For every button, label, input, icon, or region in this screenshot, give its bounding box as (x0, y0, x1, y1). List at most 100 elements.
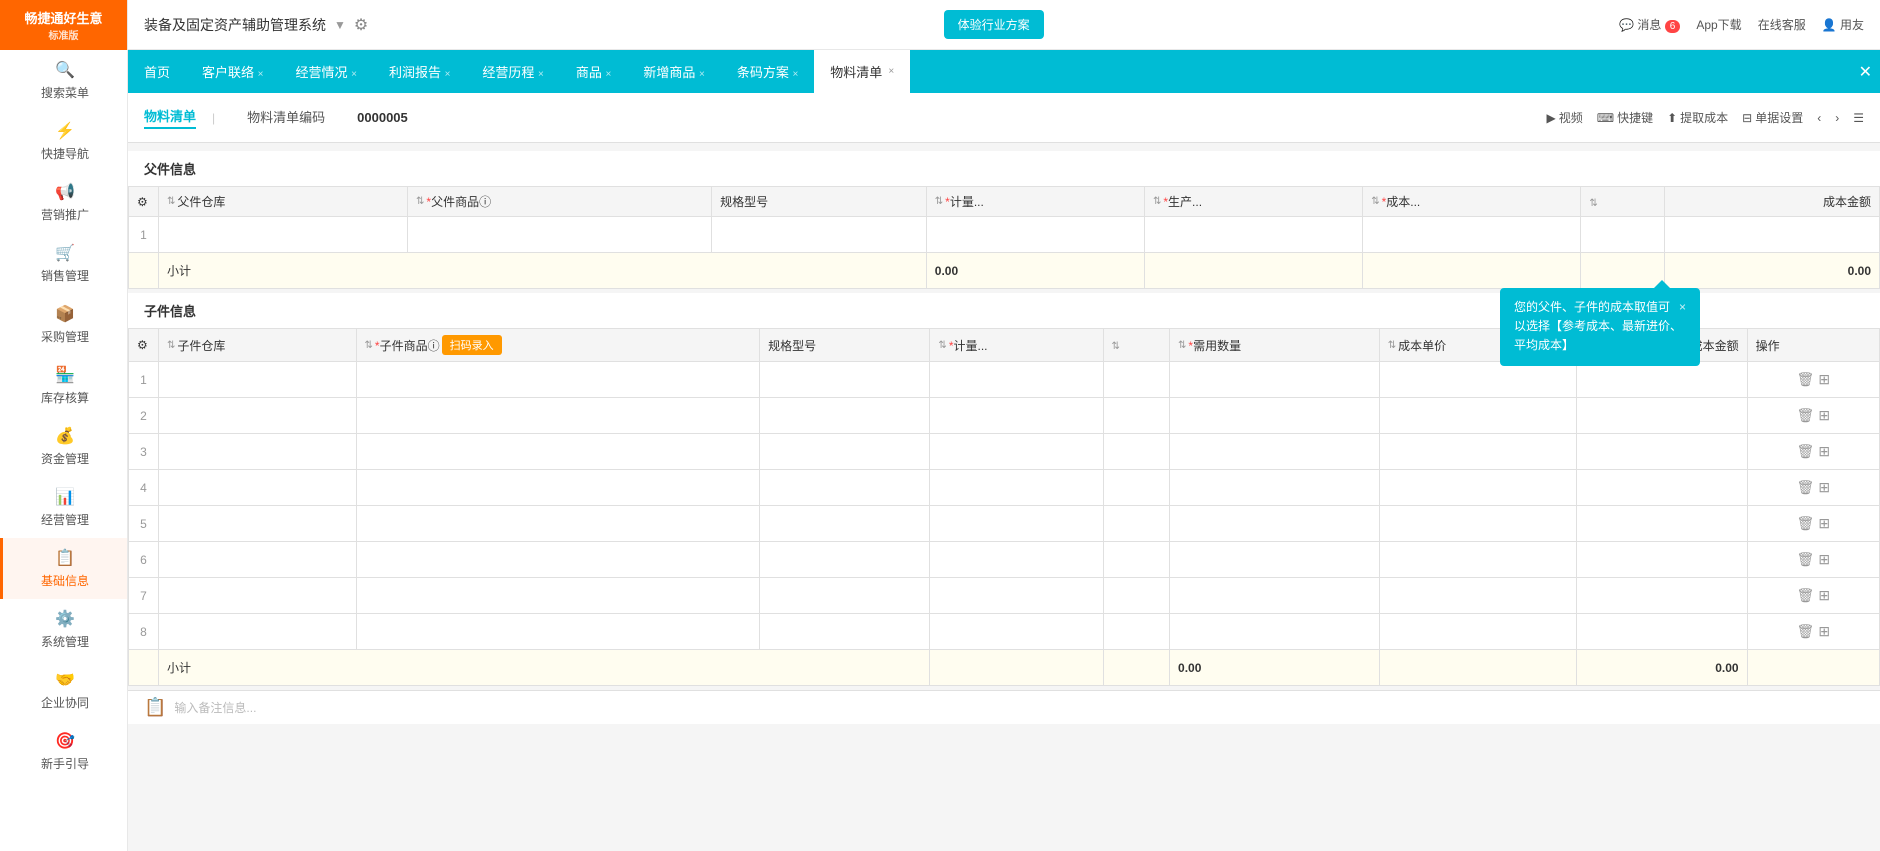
parent-row-1-unit[interactable] (926, 217, 1144, 253)
nav-tab-利润报告[interactable]: 利润报告 × (373, 50, 466, 93)
nav-tab-物料清单[interactable]: 物料清单 × (814, 50, 910, 93)
child-row-5-warehouse[interactable] (159, 506, 357, 542)
child-row-7-warehouse[interactable] (159, 578, 357, 614)
child-row-3-warehouse[interactable] (159, 434, 357, 470)
child-row-1-delete-icon[interactable]: 🗑 (1797, 371, 1815, 388)
nav-tab-首页[interactable]: 首页 (128, 50, 186, 93)
child-row-6-qty[interactable] (1170, 542, 1380, 578)
tooltip-close-btn[interactable]: × (1679, 298, 1686, 317)
child-sort-empty[interactable]: ⇅ (1112, 341, 1120, 352)
child-row-2-warehouse[interactable] (159, 398, 357, 434)
child-row-3-copy-icon[interactable]: ⊞ (1818, 443, 1830, 460)
child-row-4-spec[interactable] (760, 470, 930, 506)
video-btn[interactable]: ▶ 视频 (1546, 109, 1582, 126)
child-row-2-copy-icon[interactable]: ⊞ (1818, 407, 1830, 424)
child-row-5-copy-icon[interactable]: ⊞ (1818, 515, 1830, 532)
message-btn[interactable]: 💬 消息 6 (1619, 16, 1680, 33)
child-sort-qty[interactable]: ⇅ (1178, 340, 1186, 351)
nav-tab-close[interactable]: × (888, 66, 894, 77)
child-sort-warehouse[interactable]: ⇅ (167, 340, 175, 351)
child-row-2-unit-price[interactable] (1379, 398, 1577, 434)
child-row-4-unit-price[interactable] (1379, 470, 1577, 506)
bottom-text[interactable]: 输入备注信息... (174, 699, 256, 716)
child-row-6-unit-price[interactable] (1379, 542, 1577, 578)
sub-tab-material-list[interactable]: 物料清单 (144, 106, 196, 129)
nav-tab-条码方案[interactable]: 条码方案 × (721, 50, 814, 93)
child-row-7-product[interactable] (356, 578, 760, 614)
nav-tab-经营历程[interactable]: 经营历程 × (466, 50, 559, 93)
child-row-8-delete-icon[interactable]: 🗑 (1797, 623, 1815, 640)
parent-row-1-warehouse[interactable] (159, 217, 408, 253)
nav-prev-btn[interactable]: ‹ (1817, 111, 1821, 125)
child-row-8-copy-icon[interactable]: ⊞ (1818, 623, 1830, 640)
parent-th-gear[interactable]: ⚙ (129, 187, 159, 217)
child-row-7-copy-icon[interactable]: ⊞ (1818, 587, 1830, 604)
child-row-8-unit-price[interactable] (1379, 614, 1577, 650)
child-row-3-unit-price[interactable] (1379, 434, 1577, 470)
extract-cost-btn[interactable]: ⬆ 提取成本 (1667, 109, 1728, 126)
child-sort-product[interactable]: ⇅ (365, 340, 373, 351)
child-row-3-unit[interactable] (930, 434, 1103, 470)
user-btn[interactable]: 👤 用友 (1822, 16, 1864, 33)
child-sort-price[interactable]: ⇅ (1388, 340, 1396, 351)
sidebar-item-sales[interactable]: 🛒销售管理 (0, 233, 127, 294)
child-row-4-delete-icon[interactable]: 🗑 (1797, 479, 1815, 496)
nav-tab-客户联络[interactable]: 客户联络 × (186, 50, 279, 93)
child-row-7-unit[interactable] (930, 578, 1103, 614)
parent-row-1-product[interactable] (408, 217, 712, 253)
child-row-7-spec[interactable] (760, 578, 930, 614)
child-row-5-product[interactable] (356, 506, 760, 542)
nav-tab-新增商品[interactable]: 新增商品 × (627, 50, 720, 93)
child-row-1-spec[interactable] (760, 362, 930, 398)
child-row-6-product[interactable] (356, 542, 760, 578)
child-row-4-product[interactable] (356, 470, 760, 506)
nav-next-btn[interactable]: › (1835, 111, 1839, 125)
sidebar-item-basic-info[interactable]: 📋基础信息 (0, 538, 127, 599)
child-row-1-warehouse[interactable] (159, 362, 357, 398)
child-row-6-unit[interactable] (930, 542, 1103, 578)
child-row-5-unit[interactable] (930, 506, 1103, 542)
child-row-1-product[interactable] (356, 362, 760, 398)
child-row-7-qty[interactable] (1170, 578, 1380, 614)
sort-icon-product[interactable]: ⇅ (416, 196, 424, 207)
child-row-2-qty[interactable] (1170, 398, 1380, 434)
sort-icon-cost[interactable]: ⇅ (1371, 196, 1379, 207)
child-row-8-qty[interactable] (1170, 614, 1380, 650)
sidebar-item-system[interactable]: ⚙️系统管理 (0, 599, 127, 660)
sort-icon-warehouse[interactable]: ⇅ (167, 196, 175, 207)
child-row-8-product[interactable] (356, 614, 760, 650)
sidebar-item-cooperation[interactable]: 🤝企业协同 (0, 660, 127, 721)
child-row-8-spec[interactable] (760, 614, 930, 650)
sort-icon-extra[interactable]: ⇅ (1589, 198, 1597, 209)
nav-tab-商品[interactable]: 商品 × (560, 50, 627, 93)
sort-icon-unit[interactable]: ⇅ (935, 196, 943, 207)
child-row-4-copy-icon[interactable]: ⊞ (1818, 479, 1830, 496)
nav-tab-经营情况[interactable]: 经营情况 × (279, 50, 372, 93)
app-download-btn[interactable]: App下载 (1696, 16, 1741, 33)
child-row-6-copy-icon[interactable]: ⊞ (1818, 551, 1830, 568)
sidebar-item-guide[interactable]: 🎯新手引导 (0, 721, 127, 782)
sidebar-item-marketing[interactable]: 📢营销推广 (0, 172, 127, 233)
parent-row-1-produce[interactable] (1144, 217, 1362, 253)
child-row-3-product[interactable] (356, 434, 760, 470)
child-row-2-spec[interactable] (760, 398, 930, 434)
child-row-6-delete-icon[interactable]: 🗑 (1797, 551, 1815, 568)
child-row-2-delete-icon[interactable]: 🗑 (1797, 407, 1815, 424)
experience-btn[interactable]: 体验行业方案 (944, 10, 1044, 39)
child-row-3-qty[interactable] (1170, 434, 1380, 470)
child-row-6-spec[interactable] (760, 542, 930, 578)
parent-row-1-cost[interactable] (1363, 217, 1581, 253)
sidebar-item-quick-nav[interactable]: ⚡快捷导航 (0, 111, 127, 172)
topbar-dropdown-arrow[interactable]: ▼ (334, 18, 346, 32)
child-row-5-qty[interactable] (1170, 506, 1380, 542)
sub-tab-code[interactable]: 物料清单编码 (231, 99, 341, 136)
child-row-4-qty[interactable] (1170, 470, 1380, 506)
sidebar-item-finance[interactable]: 💰资金管理 (0, 416, 127, 477)
child-row-6-warehouse[interactable] (159, 542, 357, 578)
child-row-4-unit[interactable] (930, 470, 1103, 506)
parent-row-1-spec[interactable] (712, 217, 927, 253)
child-sort-unit[interactable]: ⇅ (938, 340, 946, 351)
child-row-3-delete-icon[interactable]: 🗑 (1797, 443, 1815, 460)
child-row-7-unit-price[interactable] (1379, 578, 1577, 614)
child-row-1-unit-price[interactable] (1379, 362, 1577, 398)
